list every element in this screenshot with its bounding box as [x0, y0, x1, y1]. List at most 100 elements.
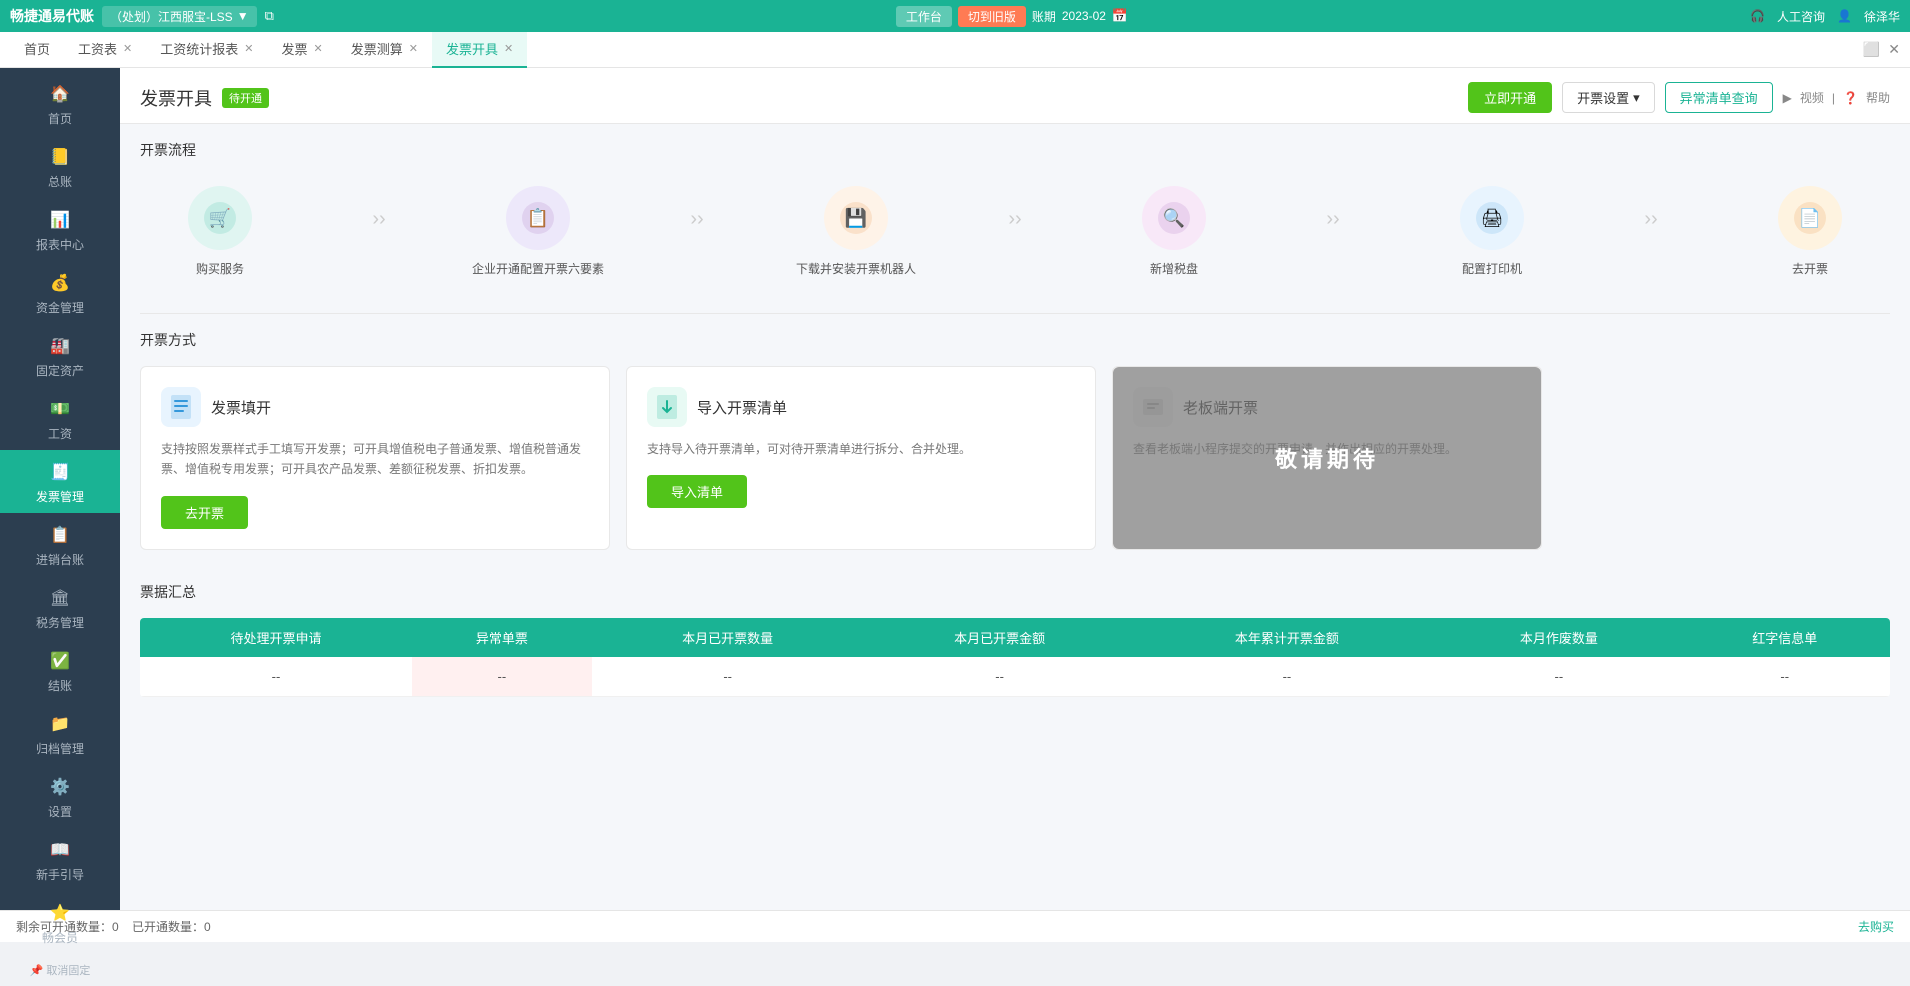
method-card-boss: 老板端开票 查看老板端小程序提交的开票申请，并作出相应的开票处理。 敬请期待: [1112, 366, 1542, 550]
sidebar-item-settings[interactable]: ⚙️ 设置: [0, 765, 120, 828]
abnormal-query-button[interactable]: 异常清单查询: [1665, 82, 1773, 113]
sidebar-label-purchase-sales: 进销台账: [36, 551, 84, 568]
go-invoice-button[interactable]: 去开票: [161, 496, 248, 529]
import-icon: [647, 387, 687, 427]
sidebar-item-funds[interactable]: 💰 资金管理: [0, 261, 120, 324]
sidebar-item-salary[interactable]: 💵 工资: [0, 387, 120, 450]
nav-bar: 首页 工资表 ✕ 工资统计报表 ✕ 发票 ✕ 发票测算 ✕ 发票开具 ✕ ⬜ ✕: [0, 32, 1910, 68]
reports-icon: 📊: [48, 208, 72, 232]
window-close-button[interactable]: ✕: [1888, 41, 1900, 58]
service-icon: 🎧: [1750, 9, 1765, 23]
open-now-button[interactable]: 立即开通: [1468, 82, 1552, 113]
tab-invoice-tool[interactable]: 发票开具 ✕: [432, 32, 527, 68]
video-icon: ▶: [1783, 91, 1792, 105]
tax-icon: 🏛: [48, 586, 72, 610]
sidebar-label-assets: 固定资产: [36, 362, 84, 379]
tab-salary-report[interactable]: 工资统计报表 ✕: [146, 32, 267, 68]
tab-home[interactable]: 首页: [10, 32, 64, 68]
top-bar: 畅捷通易代账 （处划）江西服宝-LSS ▼ ⧉ 工作台 切到旧版 账期 2023…: [0, 0, 1910, 32]
buy-link[interactable]: 去购买: [1858, 918, 1894, 935]
summary-table-header-row: 待处理开票申请 异常单票 本月已开票数量 本月已开票金额 本年累计开票金额 本月…: [140, 618, 1890, 657]
flow-step-label-taxdisk: 新增税盘: [1150, 260, 1198, 277]
guide-icon: 📖: [48, 838, 72, 862]
close-tab-invoice[interactable]: ✕: [314, 42, 323, 55]
flow-step-label-config: 企业开通配置开票六要素: [472, 260, 604, 277]
customer-service-label[interactable]: 人工咨询: [1777, 8, 1825, 25]
top-bar-center-btns: 工作台 切到旧版 账期 2023-02 📅: [896, 6, 1128, 27]
svg-text:🖨: 🖨: [1481, 208, 1504, 228]
sidebar-item-home[interactable]: 🏠 首页: [0, 72, 120, 135]
summary-header-void-count: 本月作废数量: [1438, 618, 1679, 657]
flow-step-label-open-invoice: 去开票: [1792, 260, 1828, 277]
sidebar-item-assets[interactable]: 🏭 固定资产: [0, 324, 120, 387]
close-tab-salary[interactable]: ✕: [123, 42, 132, 55]
sidebar-label-salary: 工资: [48, 425, 72, 442]
method-card-manual: 发票填开 支持按照发票样式手工填写开发票；可开具增值税电子普通发票、增值税普通发…: [140, 366, 610, 550]
page-title: 发票开具: [140, 85, 212, 111]
import-list-button[interactable]: 导入清单: [647, 475, 747, 508]
summary-val-abnormal: --: [412, 657, 592, 697]
method-card-manual-header: 发票填开: [161, 387, 589, 427]
summary-section: 票据汇总 待处理开票申请 异常单票 本月已开票数量 本月已开票金额 本年累计开票…: [120, 566, 1910, 713]
summary-val-red-note: --: [1679, 657, 1890, 697]
window-restore-button[interactable]: ⬜: [1863, 41, 1880, 58]
open-settings-button[interactable]: 开票设置 ▾: [1562, 82, 1655, 113]
video-label[interactable]: 视频: [1800, 89, 1824, 106]
svg-text:🔍: 🔍: [1163, 206, 1185, 228]
open-invoice-icon: 📄: [1778, 186, 1842, 250]
flow-steps: 🛒 购买服务 ›› 📋 企业开通配置开票六要素 ›› 💾 下载并: [140, 176, 1890, 297]
status-badge: 待开通: [222, 88, 269, 108]
purchase-sales-icon: 📋: [48, 523, 72, 547]
sidebar-label-ledger: 总账: [48, 173, 72, 190]
page-helper: ▶ 视频 | ❓ 帮助: [1783, 89, 1890, 106]
tab-invoice-calc[interactable]: 发票测算 ✕: [337, 32, 432, 68]
summary-val-void-count: --: [1438, 657, 1679, 697]
summary-header-year-amount: 本年累计开票金额: [1136, 618, 1439, 657]
sidebar-item-ledger[interactable]: 📒 总账: [0, 135, 120, 198]
close-tab-salary-report[interactable]: ✕: [244, 42, 253, 55]
copy-icon[interactable]: ⧉: [265, 8, 274, 24]
summary-section-title: 票据汇总: [140, 582, 1890, 602]
flow-step-label-buy-service: 购买服务: [196, 260, 244, 277]
close-tab-invoice-calc[interactable]: ✕: [409, 42, 418, 55]
methods-section: 开票方式 发票填开: [120, 314, 1910, 566]
ledger-icon: 📒: [48, 145, 72, 169]
flow-step-open-invoice: 📄 去开票: [1730, 186, 1890, 277]
close-tab-invoice-tool[interactable]: ✕: [504, 42, 513, 55]
dropdown-arrow-icon: ▼: [237, 9, 249, 23]
summary-header-month-amount: 本月已开票金额: [864, 618, 1136, 657]
summary-val-year-amount: --: [1136, 657, 1439, 697]
calendar-icon[interactable]: 📅: [1112, 8, 1128, 24]
sidebar-item-reports[interactable]: 📊 报表中心: [0, 198, 120, 261]
workspace-button[interactable]: 工作台: [896, 6, 952, 27]
switch-old-button[interactable]: 切到旧版: [958, 6, 1026, 27]
svg-text:🛒: 🛒: [209, 207, 231, 228]
sidebar-pin-toggle[interactable]: 📌 取消固定: [0, 954, 120, 986]
sidebar-item-purchase-sales[interactable]: 📋 进销台账: [0, 513, 120, 576]
sidebar-item-invoice-mgmt[interactable]: 🧾 发票管理: [0, 450, 120, 513]
summary-val-pending: --: [140, 657, 412, 697]
tab-invoice[interactable]: 发票 ✕: [267, 32, 336, 68]
sidebar-item-archive[interactable]: 📁 归档管理: [0, 702, 120, 765]
help-label[interactable]: 帮助: [1866, 89, 1890, 106]
sidebar-label-reports: 报表中心: [36, 236, 84, 253]
sidebar-item-guide[interactable]: 📖 新手引导: [0, 828, 120, 891]
sidebar-label-settlement: 结账: [48, 677, 72, 694]
flow-arrow-2: ››: [618, 208, 776, 255]
sidebar-item-settlement[interactable]: ✅ 结账: [0, 639, 120, 702]
company-selector[interactable]: （处划）江西服宝-LSS ▼: [102, 6, 257, 27]
period-value: 2023-02: [1062, 9, 1106, 23]
user-icon: 👤: [1837, 9, 1852, 23]
assets-icon: 🏭: [48, 334, 72, 358]
method-card-import: 导入开票清单 支持导入待开票清单，可对待开票清单进行拆分、合并处理。 导入清单: [626, 366, 1096, 550]
page-actions: 立即开通 开票设置 ▾ 异常清单查询 ▶ 视频 | ❓ 帮助: [1468, 82, 1890, 113]
tab-salary[interactable]: 工资表 ✕: [64, 32, 146, 68]
flow-step-taxdisk: 🔍 新增税盘: [1094, 186, 1254, 277]
summary-val-month-amount: --: [864, 657, 1136, 697]
method-card-import-title: 导入开票清单: [697, 397, 787, 418]
sidebar-item-tax[interactable]: 🏛 税务管理: [0, 576, 120, 639]
method-card-import-desc: 支持导入待开票清单，可对待开票清单进行拆分、合并处理。: [647, 439, 1075, 459]
username-label[interactable]: 徐泽华: [1864, 8, 1900, 25]
boss-overlay: 敬请期待: [1113, 367, 1541, 549]
settings-icon: ⚙️: [48, 775, 72, 799]
